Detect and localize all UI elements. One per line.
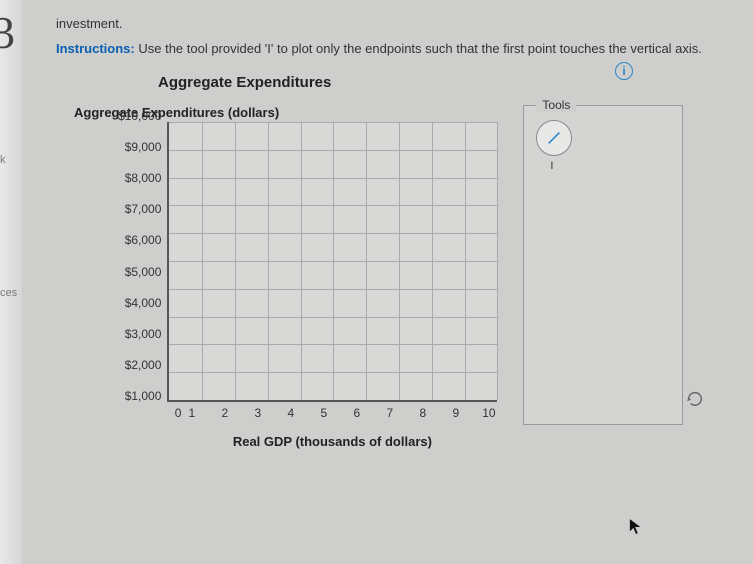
x-tick: 2 [208, 406, 241, 420]
x-tick: 8 [406, 406, 439, 420]
x-tick: 7 [373, 406, 406, 420]
x-tick: 1 [175, 406, 208, 420]
x-tick: 10 [472, 406, 505, 420]
y-tick: $2,000 [125, 358, 162, 372]
y-tick: $4,000 [125, 296, 162, 310]
nav-stub-ces: ces [0, 288, 22, 299]
x-tick: 5 [307, 406, 340, 420]
cursor-icon [629, 518, 643, 536]
x-tick: 4 [274, 406, 307, 420]
question-number: 3 [0, 6, 15, 59]
x-axis-title: Real GDP (thousands of dollars) [167, 434, 497, 449]
nav-stub-k: k [0, 155, 9, 166]
x-tick: 9 [439, 406, 472, 420]
y-tick: $10,000 [118, 109, 161, 123]
instructions-body: Use the tool provided 'I' to plot only t… [135, 41, 702, 56]
chart-title: Aggregate Expenditures [158, 74, 743, 91]
line-tool-label: I [550, 160, 553, 172]
y-tick: $6,000 [125, 233, 162, 247]
prompt-fragment: investment. [56, 16, 743, 31]
instructions-lead: Instructions: [56, 41, 135, 56]
reset-icon[interactable] [686, 390, 704, 408]
y-tick: $7,000 [125, 202, 162, 216]
y-tick: $8,000 [125, 171, 162, 185]
y-tick: $5,000 [125, 265, 162, 279]
tools-panel: Tools I [523, 105, 683, 425]
y-axis-ticks: $10,000 $9,000 $8,000 $7,000 $6,000 $5,0… [118, 122, 167, 402]
line-tool-button[interactable] [536, 120, 572, 156]
y-tick: $1,000 [125, 389, 162, 403]
plot-area[interactable] [167, 122, 497, 402]
y-tick: $3,000 [125, 327, 162, 341]
info-icon[interactable]: i [615, 62, 633, 80]
instructions: Instructions: Use the tool provided 'I' … [56, 41, 743, 56]
x-tick: 6 [340, 406, 373, 420]
x-tick: 3 [241, 406, 274, 420]
line-tool-icon [545, 129, 563, 147]
tools-panel-label: Tools [536, 98, 576, 112]
x-axis-ticks: 1 2 3 4 5 6 7 8 9 10 [175, 406, 505, 420]
y-tick: $9,000 [125, 140, 162, 154]
